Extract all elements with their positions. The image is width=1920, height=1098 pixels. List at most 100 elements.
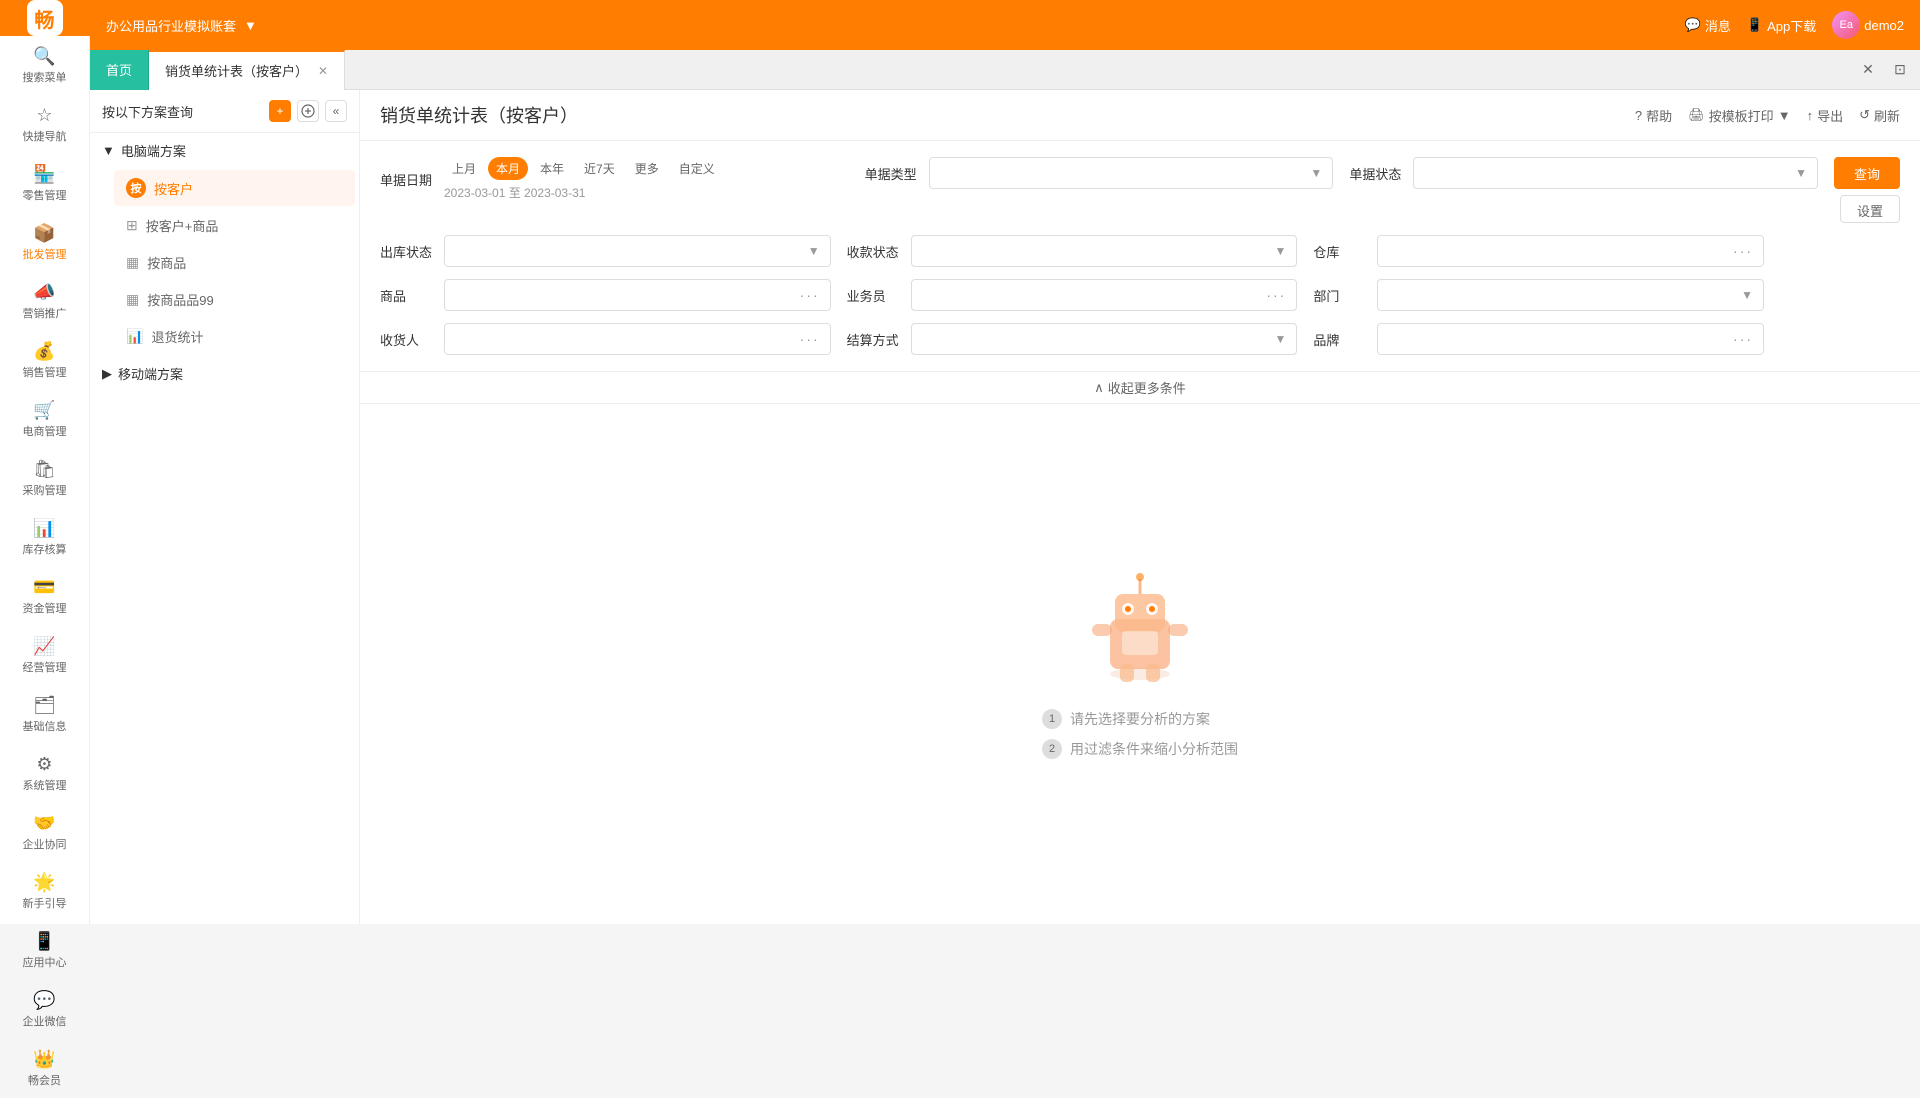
settlement-select[interactable]: ▼ (911, 323, 1298, 355)
schemes-title: 按以下方案查询 (102, 102, 193, 121)
sidebar-item-wechat[interactable]: 💬 企业微信 (0, 980, 90, 1039)
sidebar-item-label: 系统管理 (23, 777, 67, 793)
collapse-schemes-button[interactable]: « (325, 100, 347, 122)
brand-dots-icon: ··· (1733, 331, 1753, 347)
add-scheme-button[interactable]: + (269, 100, 291, 122)
date-tab-7days[interactable]: 近7天 (576, 157, 623, 180)
app-download-button[interactable]: 📱 App下载 (1747, 16, 1816, 35)
sidebar-item-app-center[interactable]: 📱 应用中心 (0, 921, 90, 980)
doc-type-label: 单据类型 (865, 164, 921, 183)
sidebar-item-marketing[interactable]: 📣 营销推广 (0, 272, 90, 331)
scheme-item-label: 按客户 (154, 179, 193, 198)
tab-sales-stats[interactable]: 销货单统计表（按客户） ✕ (149, 50, 345, 90)
header-dropdown-icon[interactable]: ▼ (244, 18, 257, 33)
sidebar-item-finance[interactable]: 💳 资金管理 (0, 567, 90, 626)
product-dots-icon: ··· (800, 287, 820, 303)
dept-select[interactable]: ▼ (1377, 279, 1764, 311)
page-content: 按以下方案查询 + « ▼ 电脑端方案 (90, 90, 1920, 924)
sidebar-item-basic[interactable]: 🗂 基础信息 (0, 685, 90, 744)
cart-icon: 🛒 (33, 400, 55, 421)
doc-type-select[interactable]: ▼ (929, 157, 1334, 189)
brand-label: 品牌 (1313, 330, 1369, 349)
scheme-item-by-product[interactable]: ▦ 按商品 (114, 245, 355, 280)
finance-icon: 💳 (33, 577, 55, 598)
salesperson-label: 业务员 (847, 286, 903, 305)
out-status-select[interactable]: ▼ (444, 235, 831, 267)
sidebar-item-operations[interactable]: 📈 经营管理 (0, 626, 90, 685)
sidebar-item-label: 应用中心 (23, 954, 67, 970)
brand-picker[interactable]: ··· (1377, 323, 1764, 355)
sidebar-item-purchase[interactable]: 🛍 采购管理 (0, 449, 90, 508)
doc-status-select[interactable]: ▼ (1413, 157, 1818, 189)
tab-home[interactable]: 首页 (90, 50, 149, 90)
scheme-item-return-stats[interactable]: 📊 退货统计 (114, 319, 355, 354)
export-button[interactable]: ↑ 导出 (1807, 106, 1844, 125)
scheme-item-label: 按商品 (147, 253, 186, 272)
query-button[interactable]: 查询 (1834, 157, 1900, 189)
content-panel: 销货单统计表（按客户） ? 帮助 🖨 按模板打印 ▼ ↑ 导出 (360, 90, 1920, 924)
filter-area: 单据日期 上月 本月 本年 近7天 更多 自定义 2023-03-01 至 20… (360, 141, 1920, 372)
box-icon: 📦 (33, 223, 55, 244)
sidebar-item-sales[interactable]: 💰 销售管理 (0, 331, 90, 390)
sidebar-item-ecommerce[interactable]: 🛒 电商管理 (0, 390, 90, 449)
settlement-chevron-icon: ▼ (1274, 332, 1286, 346)
salesperson-picker[interactable]: ··· (911, 279, 1298, 311)
page-title: 销货单统计表（按客户） (380, 102, 578, 140)
customer-scheme-icon: 按 (126, 178, 146, 198)
edit-scheme-button[interactable] (297, 100, 319, 122)
close-window-button[interactable]: ✕ (1856, 58, 1880, 82)
close-tab-icon[interactable]: ✕ (318, 64, 328, 78)
restore-window-button[interactable]: ⊡ (1888, 58, 1912, 82)
user-profile[interactable]: Ea demo2 (1832, 11, 1904, 39)
salesperson-dots-icon: ··· (1266, 287, 1286, 303)
sidebar-item-label: 畅会员 (28, 1072, 61, 1088)
date-tab-last-month[interactable]: 上月 (444, 157, 484, 180)
date-tab-this-year[interactable]: 本年 (532, 157, 572, 180)
scheme-list-desktop: 按 按客户 ⊞ 按客户+商品 ▦ 按商品 ▦ 按商品品99 (90, 170, 359, 354)
main-area: 办公用品行业模拟账套 ▼ 💬 消息 📱 App下载 Ea demo2 首页 (90, 0, 1920, 924)
out-status-label: 出库状态 (380, 242, 436, 261)
template-print-button[interactable]: 🖨 按模板打印 ▼ (1688, 106, 1790, 125)
receipt-status-select[interactable]: ▼ (911, 235, 1298, 267)
avatar: Ea (1832, 11, 1860, 39)
empty-hint-1: 1 请先选择要分析的方案 (1042, 709, 1238, 729)
empty-state: 1 请先选择要分析的方案 2 用过滤条件来缩小分析范围 (360, 404, 1920, 924)
industry-title: 办公用品行业模拟账套 (106, 16, 236, 35)
export-label: 导出 (1817, 106, 1843, 125)
date-tab-more[interactable]: 更多 (627, 157, 667, 180)
receiver-picker[interactable]: ··· (444, 323, 831, 355)
megaphone-icon: 📣 (33, 282, 55, 303)
handshake-icon: 🤝 (33, 813, 55, 834)
scheme-item-by-product-99[interactable]: ▦ 按商品品99 (114, 282, 355, 317)
sidebar-item-label: 基础信息 (23, 718, 67, 734)
schemes-header: 按以下方案查询 + « (90, 90, 359, 133)
refresh-button[interactable]: ↺ 刷新 (1859, 106, 1900, 125)
sidebar-item-inventory[interactable]: 📊 库存核算 (0, 508, 90, 567)
collapse-button[interactable]: ∧ 收起更多条件 (1094, 378, 1186, 397)
scheme-item-by-customer-product[interactable]: ⊞ 按客户+商品 (114, 208, 355, 243)
user-name: demo2 (1864, 18, 1904, 33)
setting-button[interactable]: 设置 (1840, 195, 1900, 223)
sidebar-item-search[interactable]: 🔍 搜索菜单 (0, 36, 90, 95)
date-tab-custom[interactable]: 自定义 (671, 157, 723, 180)
bar-chart-icon: 📊 (126, 328, 143, 345)
product-picker[interactable]: ··· (444, 279, 831, 311)
logo-area: 畅 (0, 0, 90, 36)
warehouse-picker[interactable]: ··· (1377, 235, 1764, 267)
date-label: 单据日期 (380, 170, 436, 189)
scheme-group-desktop-title[interactable]: ▼ 电脑端方案 (90, 133, 359, 168)
message-button[interactable]: 💬 消息 (1685, 16, 1731, 35)
collapse-bar[interactable]: ∧ 收起更多条件 (360, 372, 1920, 404)
sidebar-item-quick-nav[interactable]: ☆ 快捷导航 (0, 95, 90, 154)
help-icon: ? (1635, 108, 1642, 123)
sidebar-item-enterprise[interactable]: 🤝 企业协同 (0, 803, 90, 862)
help-button[interactable]: ? 帮助 (1635, 106, 1672, 125)
sidebar-item-retail[interactable]: 🏪 零售管理 (0, 154, 90, 213)
sidebar-item-system[interactable]: ⚙ 系统管理 (0, 744, 90, 803)
sidebar-item-vip[interactable]: 👑 畅会员 (0, 1039, 90, 1098)
scheme-group-mobile-title[interactable]: ▶ 移动端方案 (90, 356, 359, 391)
scheme-item-by-customer[interactable]: 按 按客户 (114, 170, 355, 206)
sidebar-item-newbie[interactable]: 🌟 新手引导 (0, 862, 90, 921)
date-tab-this-month[interactable]: 本月 (488, 157, 528, 180)
sidebar-item-wholesale[interactable]: 📦 批发管理 (0, 213, 90, 272)
